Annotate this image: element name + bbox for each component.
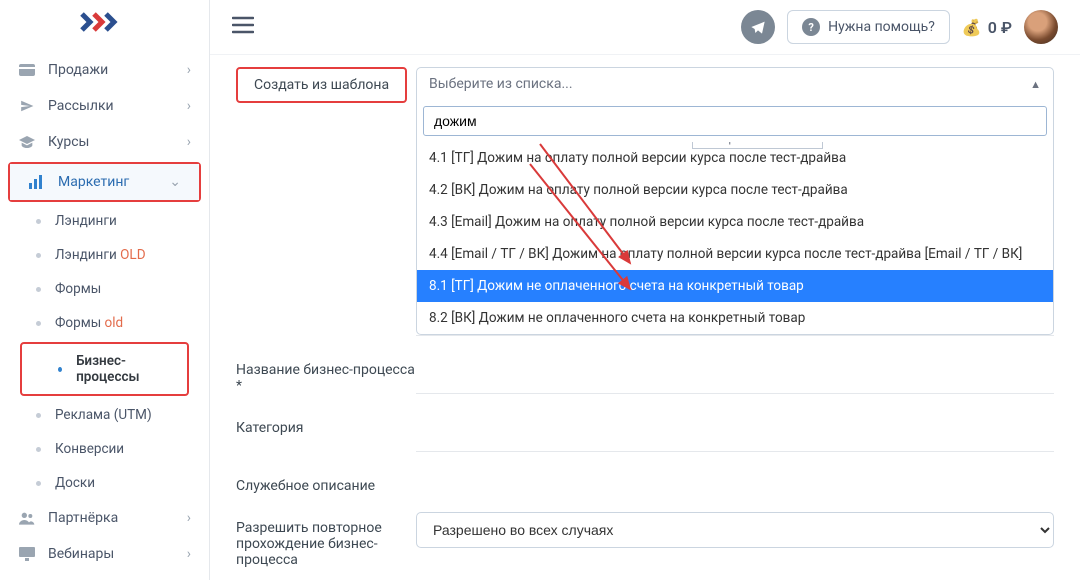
subnav-Реклама (UTM)[interactable]: Реклама (UTM) bbox=[0, 398, 209, 432]
create-from-template-button[interactable]: Создать из шаблона bbox=[236, 67, 407, 103]
nav-Вебинары[interactable]: Вебинары› bbox=[0, 536, 209, 572]
users-icon bbox=[18, 511, 36, 525]
nav-Продажи[interactable]: Продажи› bbox=[0, 52, 209, 88]
bullet-icon bbox=[36, 413, 41, 418]
subnav-Доски[interactable]: Доски bbox=[0, 466, 209, 500]
repeat-select[interactable]: Разрешено во всех случаях bbox=[416, 512, 1054, 548]
nav-Маркетинг[interactable]: Маркетинг⌄ bbox=[10, 164, 199, 200]
help-label: Нужна помощь? bbox=[828, 19, 935, 35]
dropdown-search-input[interactable] bbox=[423, 106, 1047, 136]
field-category-label: Категория bbox=[236, 412, 416, 436]
menu-toggle-icon[interactable] bbox=[232, 15, 254, 39]
caret-up-icon: ▲ bbox=[1030, 78, 1041, 91]
user-avatar[interactable] bbox=[1024, 10, 1058, 44]
dropdown-options: Выберите из списка... 4.1 [ТГ] Дожим на … bbox=[417, 142, 1053, 334]
field-name-label: Название бизнес-процесса * bbox=[236, 354, 416, 394]
subnav-Формы[interactable]: Формы bbox=[0, 272, 209, 306]
chevron-down-icon: ⌄ bbox=[169, 174, 181, 190]
sidebar: Продажи›Рассылки›Курсы› Маркетинг⌄ Лэндинг… bbox=[0, 0, 210, 580]
nav-Партнёрка[interactable]: Партнёрка› bbox=[0, 500, 209, 536]
logo bbox=[0, 0, 209, 52]
bullet-icon bbox=[58, 367, 62, 372]
screen-icon bbox=[18, 547, 36, 561]
select-header[interactable]: Выберите из списка... ▲ bbox=[417, 68, 1053, 100]
telegram-button[interactable] bbox=[741, 10, 775, 44]
bullet-icon bbox=[36, 253, 41, 258]
chevron-right-icon: › bbox=[187, 98, 191, 114]
chevron-right-icon: › bbox=[187, 510, 191, 526]
subnav-Бизнес-процессы[interactable]: Бизнес-процессы bbox=[22, 344, 187, 394]
subnav-Формы[interactable]: Формы old bbox=[0, 306, 209, 340]
field-repeat-label: Разрешить повторное прохождение бизнес-п… bbox=[236, 512, 416, 568]
bullet-icon bbox=[36, 321, 41, 326]
bullet-icon bbox=[36, 287, 41, 292]
card-icon bbox=[18, 64, 36, 76]
subnav-Конверсии[interactable]: Конверсии bbox=[0, 432, 209, 466]
grad-icon bbox=[18, 135, 36, 149]
help-button[interactable]: ? Нужна помощь? bbox=[787, 10, 950, 44]
balance-display[interactable]: 💰 0 ₽ bbox=[962, 18, 1012, 37]
dropdown-option[interactable]: 4.1 [ТГ] Дожим на оплату полной версии к… bbox=[417, 142, 1053, 174]
topbar: ? Нужна помощь? 💰 0 ₽ bbox=[210, 0, 1080, 55]
dropdown-option[interactable]: 4.3 [Email] Дожим на оплату полной верси… bbox=[417, 206, 1053, 238]
template-select[interactable]: Выберите из списка... ▲ Выберите из спис… bbox=[416, 67, 1054, 335]
bullet-icon bbox=[36, 481, 41, 486]
dropdown-option[interactable]: 8.2 [ВК] Дожим не оплаченного счета на к… bbox=[417, 302, 1053, 334]
form-area: Создать из шаблона Выберите из списка...… bbox=[210, 55, 1080, 580]
dropdown-option[interactable]: 4.2 [ВК] Дожим на оплату полной версии к… bbox=[417, 174, 1053, 206]
coins-icon: 💰 bbox=[962, 18, 982, 37]
chevron-right-icon: › bbox=[187, 134, 191, 150]
subnav-Лэндинги[interactable]: Лэндинги bbox=[0, 204, 209, 238]
chevron-right-icon: › bbox=[187, 546, 191, 562]
nav-Курсы[interactable]: Курсы› bbox=[0, 124, 209, 160]
help-icon: ? bbox=[802, 18, 820, 36]
nav-Рассылки[interactable]: Рассылки› bbox=[0, 88, 209, 124]
subnav-Лэндинги[interactable]: Лэндинги OLD bbox=[0, 238, 209, 272]
bullet-icon bbox=[36, 219, 41, 224]
send-icon bbox=[18, 99, 36, 113]
dropdown-option[interactable]: 8.1 [ТГ] Дожим не оплаченного счета на к… bbox=[417, 270, 1053, 302]
chart-icon bbox=[28, 175, 46, 189]
field-desc-label: Служебное описание bbox=[236, 470, 416, 494]
dropdown-option[interactable]: 4.4 [Email / ТГ / ВК] Дожим на оплату по… bbox=[417, 238, 1053, 270]
nav-Контакты[interactable]: Контакты› bbox=[0, 572, 209, 580]
bullet-icon bbox=[36, 447, 41, 452]
chevron-right-icon: › bbox=[187, 62, 191, 78]
